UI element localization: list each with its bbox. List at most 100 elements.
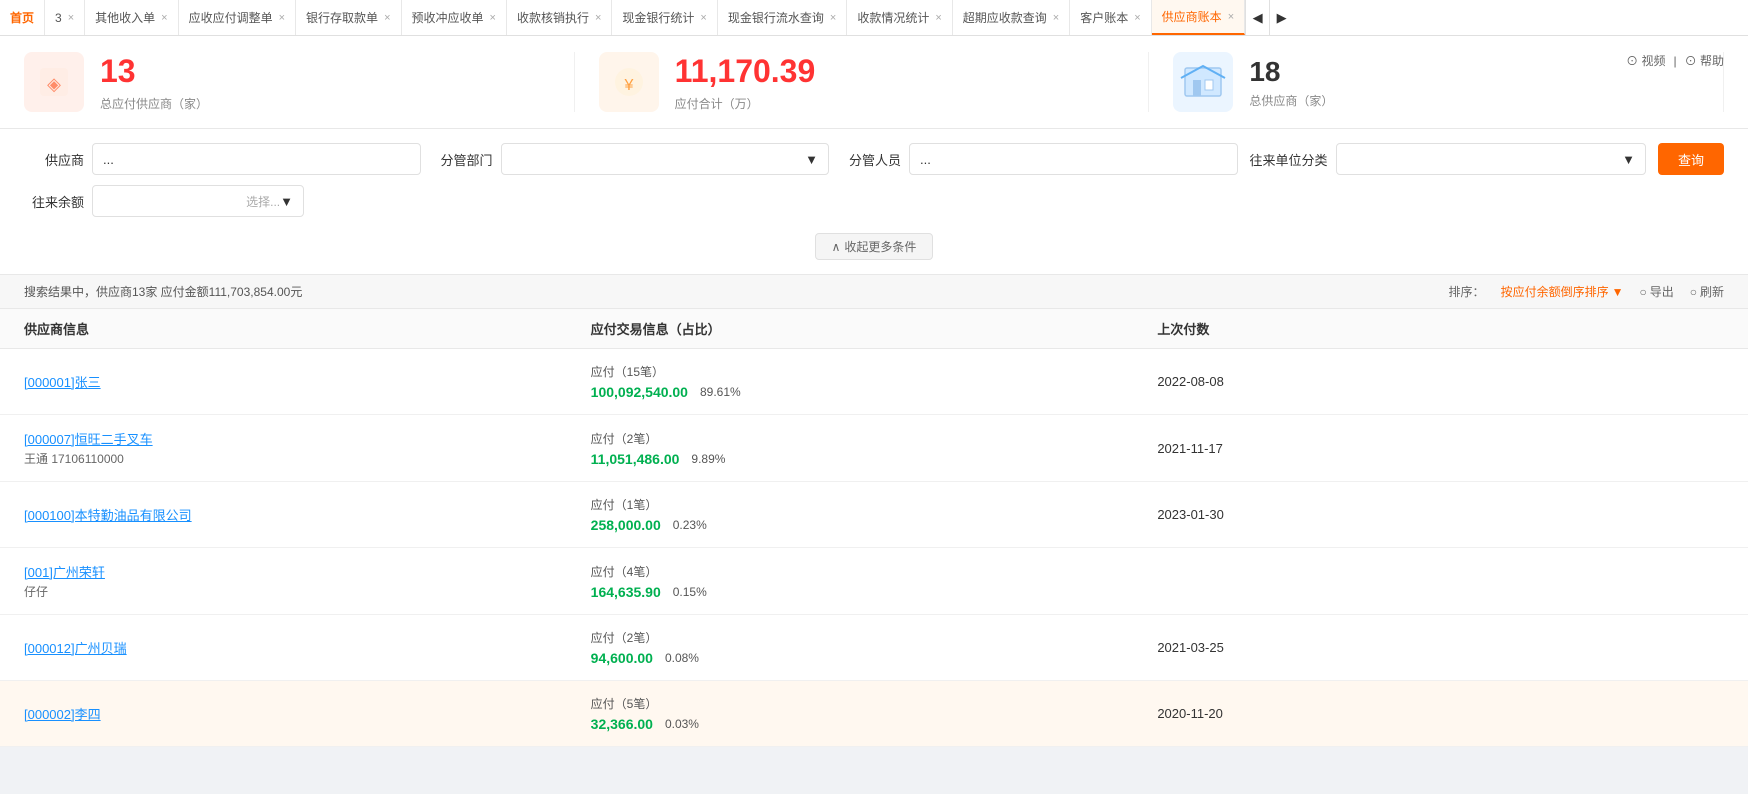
close-icon[interactable]: × — [161, 12, 167, 24]
balance-placeholder: 选择... — [246, 193, 280, 210]
close-icon[interactable]: × — [1053, 12, 1059, 24]
tx-cell-3: 应付（1笔） 258,000.00 0.23% — [591, 496, 1158, 533]
top-navigation: 首页 3 × 其他收入单 × 应收应付调整单 × 银行存取款单 × 预收冲应收单… — [0, 0, 1748, 36]
table-row: [000007]恒旺二手叉车 王通 17106110000 应付（2笔） 11,… — [0, 415, 1748, 482]
close-icon[interactable]: × — [595, 12, 601, 24]
nav-tab-receipt-stat[interactable]: 收款情况统计 × — [847, 0, 952, 35]
total-supplier-count: 18 — [1249, 55, 1333, 89]
nav-tab-receipt[interactable]: 收款核销执行 × — [507, 0, 612, 35]
tx-row-1: 100,092,540.00 89.61% — [591, 384, 1158, 400]
tx-amount-4[interactable]: 164,635.90 — [591, 584, 661, 600]
tx-amount-1[interactable]: 100,092,540.00 — [591, 384, 688, 400]
supplier-cell-2: [000007]恒旺二手叉车 王通 17106110000 — [24, 429, 591, 467]
export-button[interactable]: ○ 导出 — [1639, 283, 1673, 300]
nav-tab-overdue[interactable]: 超期应收款查询 × — [953, 0, 1070, 35]
col-supplier-info: 供应商信息 — [24, 319, 591, 338]
nav-tab-overdue-label: 超期应收款查询 — [963, 9, 1047, 26]
nav-tab-customer-ledger[interactable]: 客户账本 × — [1070, 0, 1151, 35]
supplier-link-4[interactable]: [001]广州荣轩 — [24, 565, 105, 580]
nav-tab-receipt-stat-label: 收款情况统计 — [857, 9, 929, 26]
nav-tab-other-income[interactable]: 其他收入单 × — [85, 0, 178, 35]
nav-left-arrow[interactable]: ◀ — [1245, 0, 1269, 36]
nav-tab-bank[interactable]: 银行存取款单 × — [296, 0, 401, 35]
close-icon[interactable]: × — [279, 12, 285, 24]
table-row: [000100]本特勤油品有限公司 应付（1笔） 258,000.00 0.23… — [0, 482, 1748, 548]
person-input[interactable]: ... — [909, 143, 1238, 175]
total-amount-info: 11,170.39 应付合计（万） — [675, 52, 816, 111]
money-icon: ¥ — [599, 52, 659, 112]
nav-tab-cash-flow[interactable]: 现金银行流水查询 × — [718, 0, 847, 35]
nav-tab-supplier-ledger[interactable]: 供应商账本 × — [1152, 0, 1245, 35]
tx-percent-4: 0.15% — [673, 585, 707, 599]
filter-area: 供应商 ... 分管部门 ▼ 分管人员 ... 往来单位分类 ▼ 查询 往来 — [0, 129, 1748, 275]
table-row: [000012]广州贝瑞 应付（2笔） 94,600.00 0.08% 2021… — [0, 615, 1748, 681]
nav-tab-3[interactable]: 3 × — [45, 0, 85, 35]
nav-tab-cash-stat[interactable]: 现金银行统计 × — [612, 0, 717, 35]
help-link[interactable]: ⊙ 帮助 — [1685, 52, 1724, 69]
query-button[interactable]: 查询 — [1658, 143, 1724, 175]
category-select[interactable]: ▼ — [1336, 143, 1646, 175]
nav-tab-home-label: 首页 — [10, 9, 34, 26]
close-icon[interactable]: × — [830, 12, 836, 24]
supplier-link-3[interactable]: [000100]本特勤油品有限公司 — [24, 508, 192, 523]
nav-tab-adjustment[interactable]: 应收应付调整单 × — [179, 0, 296, 35]
tx-amount-6[interactable]: 32,366.00 — [591, 716, 653, 732]
col-last-pay: 上次付数 — [1157, 319, 1724, 338]
nav-tab-cash-stat-label: 现金银行统计 — [622, 9, 694, 26]
close-icon[interactable]: × — [1228, 11, 1234, 23]
tx-amount-2[interactable]: 11,051,486.00 — [591, 451, 680, 467]
tx-row-5: 94,600.00 0.08% — [591, 650, 1158, 666]
payable-supplier-count: 13 — [100, 52, 208, 90]
collapse-label: 收起更多条件 — [844, 238, 916, 255]
svg-text:¥: ¥ — [623, 77, 633, 94]
close-icon[interactable]: × — [1134, 12, 1140, 24]
supplier-link-1[interactable]: [000001]张三 — [24, 375, 101, 390]
help-icon: ⊙ — [1685, 54, 1697, 68]
person-filter-label: 分管人员 — [841, 150, 901, 169]
tx-amount-5[interactable]: 94,600.00 — [591, 650, 653, 666]
last-pay-2: 2021-11-17 — [1157, 441, 1724, 456]
result-text: 搜索结果中，供应商13家 应付金额111,703,854.00元 — [24, 283, 302, 300]
nav-tab-prepay[interactable]: 预收冲应收单 × — [402, 0, 507, 35]
close-icon[interactable]: × — [935, 12, 941, 24]
tx-amount-3[interactable]: 258,000.00 — [591, 517, 661, 533]
video-link[interactable]: ⊙ 视频 — [1626, 52, 1665, 69]
supplier-link-2[interactable]: [000007]恒旺二手叉车 — [24, 432, 153, 447]
tx-row-4: 164,635.90 0.15% — [591, 584, 1158, 600]
supplier-link-6[interactable]: [000002]李四 — [24, 707, 101, 722]
supplier-icon: ◈ — [24, 52, 84, 112]
tx-cell-2: 应付（2笔） 11,051,486.00 9.89% — [591, 430, 1158, 467]
divider: | — [1674, 54, 1677, 68]
tx-percent-6: 0.03% — [665, 717, 699, 731]
close-icon[interactable]: × — [68, 12, 74, 24]
tx-cell-6: 应付（5笔） 32,366.00 0.03% — [591, 695, 1158, 732]
nav-tab-prepay-label: 预收冲应收单 — [412, 9, 484, 26]
nav-tab-home[interactable]: 首页 — [0, 0, 45, 35]
category-filter-label: 往来单位分类 — [1250, 150, 1328, 169]
tx-label-1: 应付（15笔） — [591, 363, 1158, 380]
close-icon[interactable]: × — [700, 12, 706, 24]
last-pay-1: 2022-08-08 — [1157, 374, 1724, 389]
sort-label-prefix: 排序： — [1449, 283, 1485, 300]
nav-tab-3-label: 3 — [55, 11, 62, 25]
export-icon: ○ — [1639, 285, 1646, 299]
sort-selector[interactable]: 按应付余额倒序排序 ▼ — [1501, 283, 1624, 300]
close-icon[interactable]: × — [384, 12, 390, 24]
table-header: 供应商信息 应付交易信息（占比） 上次付数 — [0, 309, 1748, 349]
table-row: [001]广州荣轩 仔仔 应付（4笔） 164,635.90 0.15% — [0, 548, 1748, 615]
supplier-input[interactable]: ... — [92, 143, 421, 175]
supplier-link-5[interactable]: [000012]广州贝瑞 — [24, 641, 127, 656]
dept-select[interactable]: ▼ — [501, 143, 830, 175]
refresh-button[interactable]: ○ 刷新 — [1690, 283, 1724, 300]
collapse-button[interactable]: ∧ 收起更多条件 — [815, 233, 934, 260]
supplier-filter-label: 供应商 — [24, 150, 84, 169]
result-bar: 搜索结果中，供应商13家 应付金额111,703,854.00元 排序： 按应付… — [0, 275, 1748, 309]
total-supplier-info: 18 总供应商（家） — [1249, 55, 1333, 110]
nav-right-arrow[interactable]: ▶ — [1269, 0, 1293, 36]
col-tx-info: 应付交易信息（占比） — [591, 319, 1158, 338]
tx-label-2: 应付（2笔） — [591, 430, 1158, 447]
sort-arrow-icon: ▼ — [1612, 285, 1624, 299]
balance-select[interactable]: 选择... ▼ — [92, 185, 304, 217]
video-icon: ⊙ — [1626, 54, 1638, 68]
close-icon[interactable]: × — [490, 12, 496, 24]
